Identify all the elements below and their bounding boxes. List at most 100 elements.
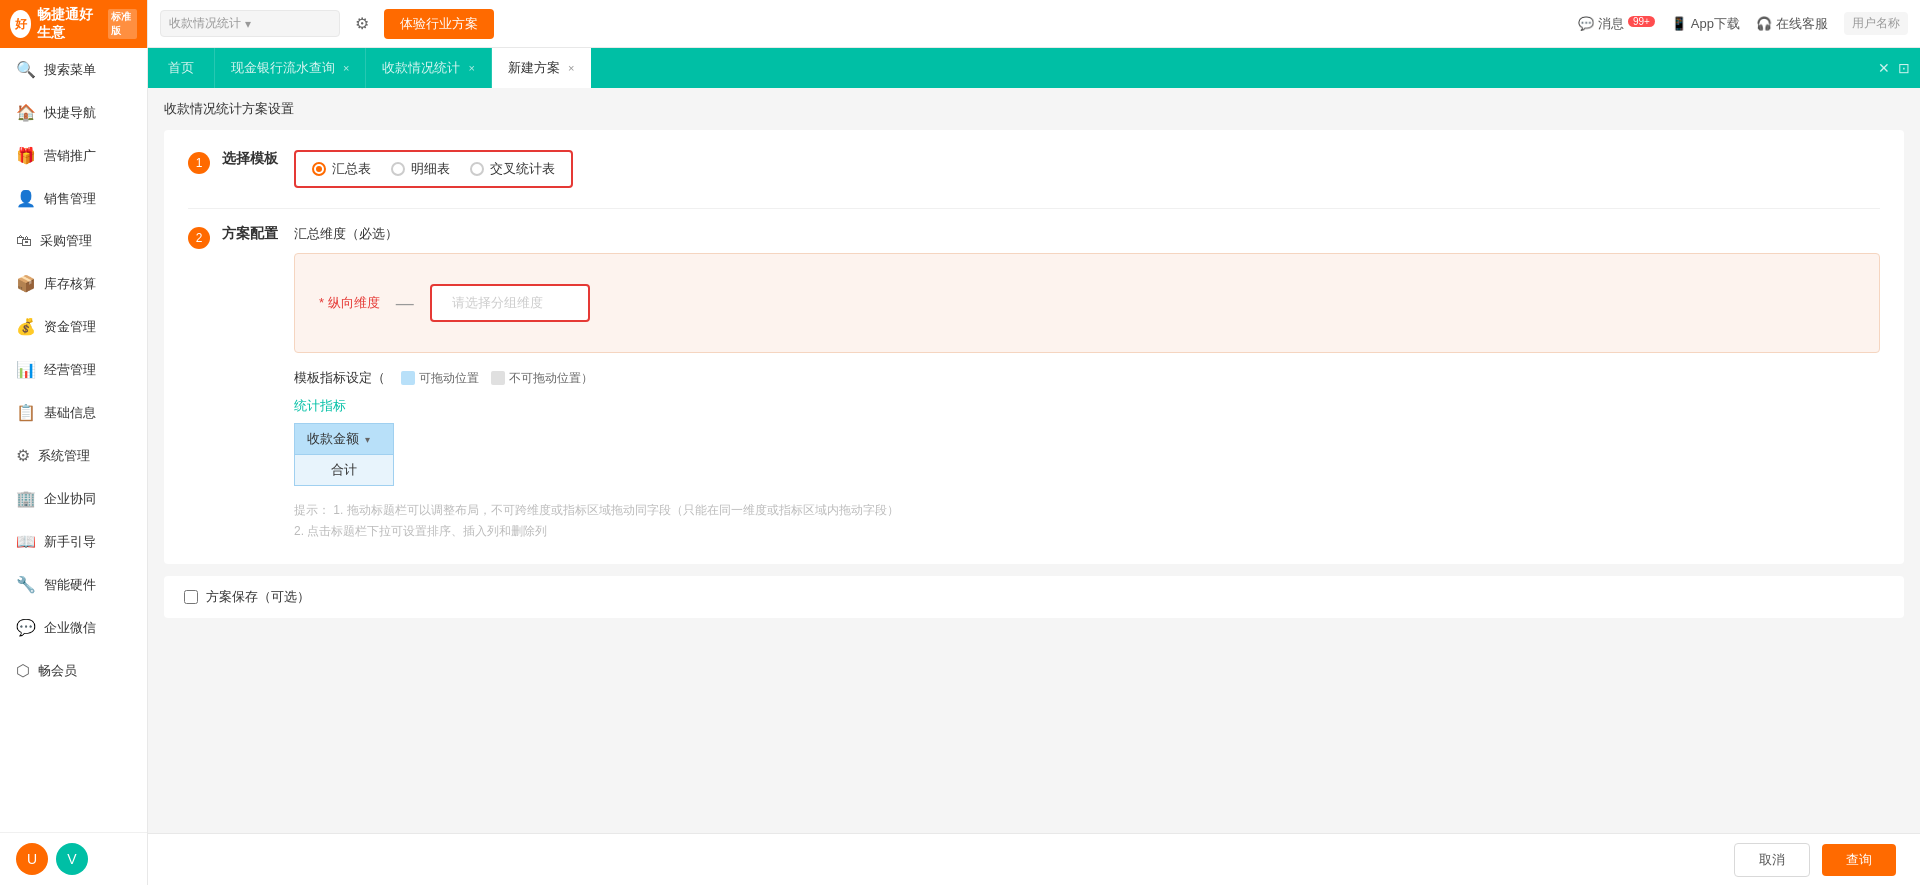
- tips-section: 提示： 1. 拖动标题栏可以调整布局，不可跨维度或指标区域拖动同字段（只能在同一…: [294, 502, 1880, 540]
- legend-draggable-box: [401, 371, 415, 385]
- tab-new-plan[interactable]: 新建方案 ×: [492, 48, 591, 88]
- save-checkbox[interactable]: [184, 590, 198, 604]
- service-item[interactable]: 🎧 在线客服: [1756, 15, 1828, 33]
- message-icon: 💬: [1578, 16, 1594, 31]
- radio-cross[interactable]: 交叉统计表: [470, 160, 555, 178]
- radio-summary-label: 汇总表: [332, 160, 371, 178]
- sidebar-item-guide[interactable]: 📖 新手引导: [0, 520, 147, 563]
- tab-cash-query-label: 现金银行流水查询: [231, 59, 335, 77]
- legend-draggable-label: 可拖动位置: [419, 370, 479, 387]
- dimension-subtitle: 汇总维度（必选）: [294, 225, 1880, 243]
- metrics-header: 模板指标设定（ 可拖动位置 不可拖动位置）: [294, 369, 1880, 387]
- sidebar-item-label: 畅会员: [38, 662, 77, 680]
- tab-receipt-stats[interactable]: 收款情况统计 ×: [366, 48, 491, 88]
- sidebar-item-label: 新手引导: [44, 533, 96, 551]
- tab-cash-query-close[interactable]: ×: [343, 62, 349, 74]
- sidebar-item-marketing[interactable]: 🎁 营销推广: [0, 134, 147, 177]
- tab-cash-query[interactable]: 现金银行流水查询 ×: [215, 48, 366, 88]
- gift-icon: 🎁: [16, 146, 36, 165]
- dimension-area: 纵向维度 — 请选择分组维度: [294, 253, 1880, 353]
- sidebar-item-label: 企业协同: [44, 490, 96, 508]
- radio-summary[interactable]: 汇总表: [312, 160, 371, 178]
- metrics-title: 统计指标: [294, 397, 1880, 415]
- notification-label: 消息: [1598, 15, 1624, 33]
- sidebar-bottom: U V: [0, 832, 147, 885]
- sidebar-item-label: 基础信息: [44, 404, 96, 422]
- sidebar-item-member[interactable]: ⬡ 畅会员: [0, 649, 147, 692]
- trial-button[interactable]: 体验行业方案: [384, 9, 494, 39]
- cancel-button[interactable]: 取消: [1734, 843, 1810, 877]
- sidebar-item-system[interactable]: ⚙ 系统管理: [0, 434, 147, 477]
- breadcrumb-arrow: ▾: [245, 17, 251, 31]
- avatar-icon-2[interactable]: V: [56, 843, 88, 875]
- shopping-icon: 🛍: [16, 232, 32, 250]
- logo-badge: 标准版: [108, 9, 137, 39]
- step1-section: 1 选择模板 汇总表 明细表 交叉统计表: [188, 150, 1880, 188]
- dimension-group-select[interactable]: 请选择分组维度: [430, 284, 590, 322]
- query-button[interactable]: 查询: [1822, 844, 1896, 876]
- tab-receipt-stats-close[interactable]: ×: [468, 62, 474, 74]
- radio-summary-circle: [312, 162, 326, 176]
- avatar-icon[interactable]: U: [16, 843, 48, 875]
- sidebar-item-label: 系统管理: [38, 447, 90, 465]
- sidebar-item-finance[interactable]: 💰 资金管理: [0, 305, 147, 348]
- sidebar-item-label: 库存核算: [44, 275, 96, 293]
- sidebar-item-operations[interactable]: 📊 经营管理: [0, 348, 147, 391]
- step2-badge: 2: [188, 227, 210, 249]
- topbar: 收款情况统计 ▾ ⚙ 体验行业方案 💬 消息 99+ 📱 App下载 🎧 在线客…: [148, 0, 1920, 48]
- metrics-col-header-label-0: 收款金额: [307, 430, 359, 448]
- dimension-vertical-label: 纵向维度: [319, 294, 380, 312]
- enterprise-icon: 🏢: [16, 489, 36, 508]
- sidebar-item-label: 营销推广: [44, 147, 96, 165]
- sidebar-item-purchase[interactable]: 🛍 采购管理: [0, 220, 147, 262]
- tab-new-plan-close[interactable]: ×: [568, 62, 574, 74]
- user-name[interactable]: 用户名称: [1844, 12, 1908, 35]
- member-icon: ⬡: [16, 661, 30, 680]
- sidebar-item-basic-info[interactable]: 📋 基础信息: [0, 391, 147, 434]
- sidebar-item-inventory[interactable]: 📦 库存核算: [0, 262, 147, 305]
- main-area: 收款情况统计 ▾ ⚙ 体验行业方案 💬 消息 99+ 📱 App下载 🎧 在线客…: [148, 0, 1920, 885]
- sidebar-item-wechat[interactable]: 💬 企业微信: [0, 606, 147, 649]
- sidebar-item-label: 销售管理: [44, 190, 96, 208]
- download-item[interactable]: 📱 App下载: [1671, 15, 1740, 33]
- radio-cross-circle: [470, 162, 484, 176]
- save-label: 方案保存（可选）: [206, 588, 310, 606]
- step1-template-options: 汇总表 明细表 交叉统计表: [294, 150, 573, 188]
- notification-item[interactable]: 💬 消息 99+: [1578, 15, 1655, 33]
- download-label: App下载: [1691, 15, 1740, 33]
- sidebar-item-hardware[interactable]: 🔧 智能硬件: [0, 563, 147, 606]
- topbar-right: 💬 消息 99+ 📱 App下载 🎧 在线客服 用户名称: [1578, 12, 1908, 35]
- dimension-arrow-icon: —: [396, 293, 414, 314]
- tab-receipt-stats-label: 收款情况统计: [382, 59, 460, 77]
- maximize-icon[interactable]: ⊡: [1898, 60, 1910, 76]
- step1-label: 选择模板: [222, 150, 282, 168]
- metrics-col-header-0[interactable]: 收款金额 ▾: [294, 423, 394, 455]
- sidebar-item-label: 智能硬件: [44, 576, 96, 594]
- topbar-settings-icon[interactable]: ⚙: [348, 10, 376, 38]
- step1-badge: 1: [188, 152, 210, 174]
- legend-static: 不可拖动位置）: [491, 370, 593, 387]
- search-menu-icon: 🔍: [16, 60, 36, 79]
- breadcrumb-text: 收款情况统计: [169, 15, 241, 32]
- tab-home-label: 首页: [168, 59, 194, 77]
- tip-2: 2. 点击标题栏下拉可设置排序、插入列和删除列: [294, 523, 1880, 540]
- dimension-row: 纵向维度 — 请选择分组维度: [319, 284, 590, 322]
- footer-bar: 取消 查询: [148, 833, 1920, 885]
- close-window-icon[interactable]: ✕: [1878, 60, 1890, 76]
- service-icon: 🎧: [1756, 16, 1772, 31]
- main-card: 1 选择模板 汇总表 明细表 交叉统计表: [164, 130, 1904, 564]
- sidebar-item-label: 企业微信: [44, 619, 96, 637]
- step2-label: 方案配置: [222, 225, 282, 243]
- nav-tabs-end: ✕ ⊡: [1868, 60, 1920, 76]
- breadcrumb[interactable]: 收款情况统计 ▾: [160, 10, 340, 37]
- logo-text: 畅捷通好生意: [37, 6, 100, 42]
- sidebar-item-search-menu[interactable]: 🔍 搜索菜单: [0, 48, 147, 91]
- radio-detail[interactable]: 明细表: [391, 160, 450, 178]
- sidebar-item-sales[interactable]: 👤 销售管理: [0, 177, 147, 220]
- legend-draggable: 可拖动位置: [401, 370, 479, 387]
- sidebar-item-quick-nav[interactable]: 🏠 快捷导航: [0, 91, 147, 134]
- sidebar-item-enterprise[interactable]: 🏢 企业协同: [0, 477, 147, 520]
- tab-home[interactable]: 首页: [148, 48, 215, 88]
- logo-icon: 好: [10, 10, 31, 38]
- tip-1: 提示： 1. 拖动标题栏可以调整布局，不可跨维度或指标区域拖动同字段（只能在同一…: [294, 502, 1880, 519]
